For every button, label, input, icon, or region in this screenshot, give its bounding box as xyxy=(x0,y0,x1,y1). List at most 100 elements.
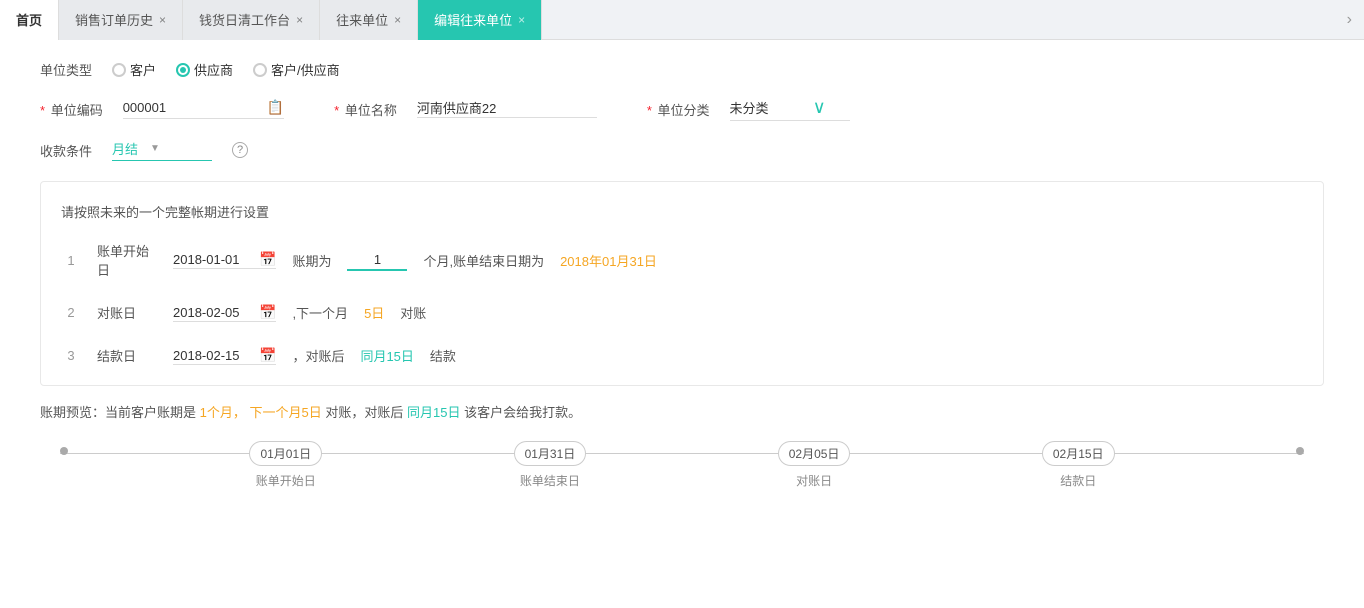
calendar-icon-3[interactable]: 📅 xyxy=(259,347,276,364)
tab-edit-partner[interactable]: 编辑往来单位 × xyxy=(418,0,542,40)
unit-code-label: * 单位编码 xyxy=(40,100,103,119)
period-number-input[interactable] xyxy=(347,250,407,271)
unit-category-value: 未分类 xyxy=(730,98,769,117)
form-section: 单位类型 客户 供应商 客户/供应商 * 单位编码 xyxy=(40,60,1324,161)
required-star: * xyxy=(647,103,652,118)
period-for-label: 账期为 xyxy=(292,251,331,270)
timeline-start-dot xyxy=(60,447,68,455)
payment-term-select[interactable]: 月结 ▼ xyxy=(112,139,212,161)
radio-both-label: 客户/供应商 xyxy=(271,60,340,79)
radio-customer[interactable]: 客户 xyxy=(112,60,156,79)
payment-term-label: 收款条件 xyxy=(40,141,92,160)
period-num-1: 1 xyxy=(61,253,81,268)
period-box-title: 请按照未来的一个完整帐期进行设置 xyxy=(61,202,1303,221)
preview-part3: 对账，对账后 xyxy=(325,405,403,420)
radio-both[interactable]: 客户/供应商 xyxy=(253,60,340,79)
timeline-node-2: 01月31日 账单结束日 xyxy=(514,441,587,489)
timeline-container: 01月01日 账单开始日 01月31日 账单结束日 02月05日 对账日 02月… xyxy=(40,441,1324,489)
payment-term-value: 月结 xyxy=(112,139,138,158)
period-num-3: 3 xyxy=(61,348,81,363)
timeline-label-3: 对账日 xyxy=(796,472,832,489)
timeline-node-3: 02月05日 对账日 xyxy=(778,441,851,489)
main-content: 单位类型 客户 供应商 客户/供应商 * 单位编码 xyxy=(0,40,1364,608)
period-date-2[interactable]: 📅 xyxy=(173,304,276,322)
radio-customer-circle xyxy=(112,63,126,77)
tab-arrow[interactable]: › xyxy=(1335,11,1364,29)
unit-category-select[interactable]: 未分类 ∨ xyxy=(730,97,850,121)
unit-type-row: 单位类型 客户 供应商 客户/供应商 xyxy=(40,60,1324,79)
unit-name-field[interactable] xyxy=(417,100,597,118)
preview-part4: 同月15日 xyxy=(407,405,460,420)
period-label-3: 结款日 xyxy=(97,346,157,365)
tab-cash-work[interactable]: 钱货日清工作台 × xyxy=(183,0,320,40)
chevron-down-icon: ▼ xyxy=(150,143,160,154)
period-date-input-3[interactable] xyxy=(173,348,253,363)
tab-cash-work-label: 钱货日清工作台 xyxy=(199,10,290,29)
period-label-2: 对账日 xyxy=(97,303,157,322)
period-label-1: 账单开始日 xyxy=(97,241,157,279)
calendar-icon-1[interactable]: 📅 xyxy=(259,251,276,268)
timeline-end-dot xyxy=(1296,447,1304,455)
timeline-date-2: 01月31日 xyxy=(514,441,587,466)
period-row-2: 2 对账日 📅 ,下一个月 5日 对账 xyxy=(61,303,1303,322)
timeline-node-4: 02月15日 结款日 xyxy=(1042,441,1115,489)
unit-info-row: * 单位编码 📋 * 单位名称 * 单位分类 未分类 ∨ xyxy=(40,97,1324,121)
period-highlight-2: 5日 xyxy=(364,303,384,322)
tab-sales-order-history[interactable]: 销售订单历史 × xyxy=(59,0,183,40)
period-date-3[interactable]: 📅 xyxy=(173,347,276,365)
tab-home[interactable]: 首页 xyxy=(0,0,59,40)
unit-name-input[interactable] xyxy=(417,100,597,115)
period-unit-label: 个月,账单结束日期为 xyxy=(423,251,544,270)
timeline-node-1: 01月01日 账单开始日 xyxy=(249,441,322,489)
tab-partner-label: 往来单位 xyxy=(336,10,388,29)
timeline-date-4: 02月15日 xyxy=(1042,441,1115,466)
preview-part1: 1个月， xyxy=(200,405,246,420)
radio-supplier-circle xyxy=(176,63,190,77)
help-icon[interactable]: ? xyxy=(232,142,248,158)
preview-part5: 该客户会给我打款。 xyxy=(464,405,581,420)
preview-label: 账期预览：当前客户账期是 xyxy=(40,405,196,420)
radio-supplier[interactable]: 供应商 xyxy=(176,60,233,79)
tab-sales-order-history-label: 销售订单历史 xyxy=(75,10,153,29)
timeline-nodes: 01月01日 账单开始日 01月31日 账单结束日 02月05日 对账日 02月… xyxy=(60,441,1304,489)
preview-part2: 下一个月5日 xyxy=(250,405,322,420)
timeline-date-3: 02月05日 xyxy=(778,441,851,466)
timeline-label-2: 账单结束日 xyxy=(520,472,580,489)
timeline-date-1: 01月01日 xyxy=(249,441,322,466)
period-suffix-post-2: 对账 xyxy=(400,303,426,322)
tab-edit-partner-label: 编辑往来单位 xyxy=(434,10,512,29)
period-box: 请按照未来的一个完整帐期进行设置 1 账单开始日 📅 账期为 个月,账单结束日期… xyxy=(40,181,1324,386)
close-icon[interactable]: × xyxy=(296,13,303,27)
radio-customer-label: 客户 xyxy=(130,60,156,79)
calendar-icon-2[interactable]: 📅 xyxy=(259,304,276,321)
period-suffix-pre-3: ，对账后 xyxy=(292,346,344,365)
period-suffix-pre-2: ,下一个月 xyxy=(292,303,348,322)
unit-code-input[interactable] xyxy=(123,100,263,115)
close-icon[interactable]: × xyxy=(394,13,401,27)
period-row-3: 3 结款日 📅 ，对账后 同月15日 结款 xyxy=(61,346,1303,365)
tab-bar: 首页 销售订单历史 × 钱货日清工作台 × 往来单位 × 编辑往来单位 × › xyxy=(0,0,1364,40)
timeline-label-1: 账单开始日 xyxy=(256,472,316,489)
period-row-1: 1 账单开始日 📅 账期为 个月,账单结束日期为 2018年01月31日 xyxy=(61,241,1303,279)
close-icon[interactable]: × xyxy=(159,13,166,27)
period-date-input-1[interactable] xyxy=(173,252,253,267)
preview-section: 账期预览：当前客户账期是 1个月， 下一个月5日 对账，对账后 同月15日 该客… xyxy=(40,402,1324,421)
unit-code-field[interactable]: 📋 xyxy=(123,99,284,119)
radio-both-circle xyxy=(253,63,267,77)
required-star: * xyxy=(334,103,339,118)
close-icon[interactable]: × xyxy=(518,13,525,27)
unit-name-label: * 单位名称 xyxy=(334,100,397,119)
radio-group: 客户 供应商 客户/供应商 xyxy=(112,60,340,79)
document-icon[interactable]: 📋 xyxy=(267,99,284,116)
required-star: * xyxy=(40,103,45,118)
period-date-1[interactable]: 📅 xyxy=(173,251,276,269)
radio-supplier-label: 供应商 xyxy=(194,60,233,79)
period-date-input-2[interactable] xyxy=(173,305,253,320)
chevron-down-icon: ∨ xyxy=(813,97,826,118)
period-num-2: 2 xyxy=(61,305,81,320)
period-end-date: 2018年01月31日 xyxy=(560,251,657,270)
timeline-label-4: 结款日 xyxy=(1060,472,1096,489)
unit-type-label: 单位类型 xyxy=(40,60,92,79)
tab-partner[interactable]: 往来单位 × xyxy=(320,0,418,40)
tab-home-label: 首页 xyxy=(16,10,42,29)
